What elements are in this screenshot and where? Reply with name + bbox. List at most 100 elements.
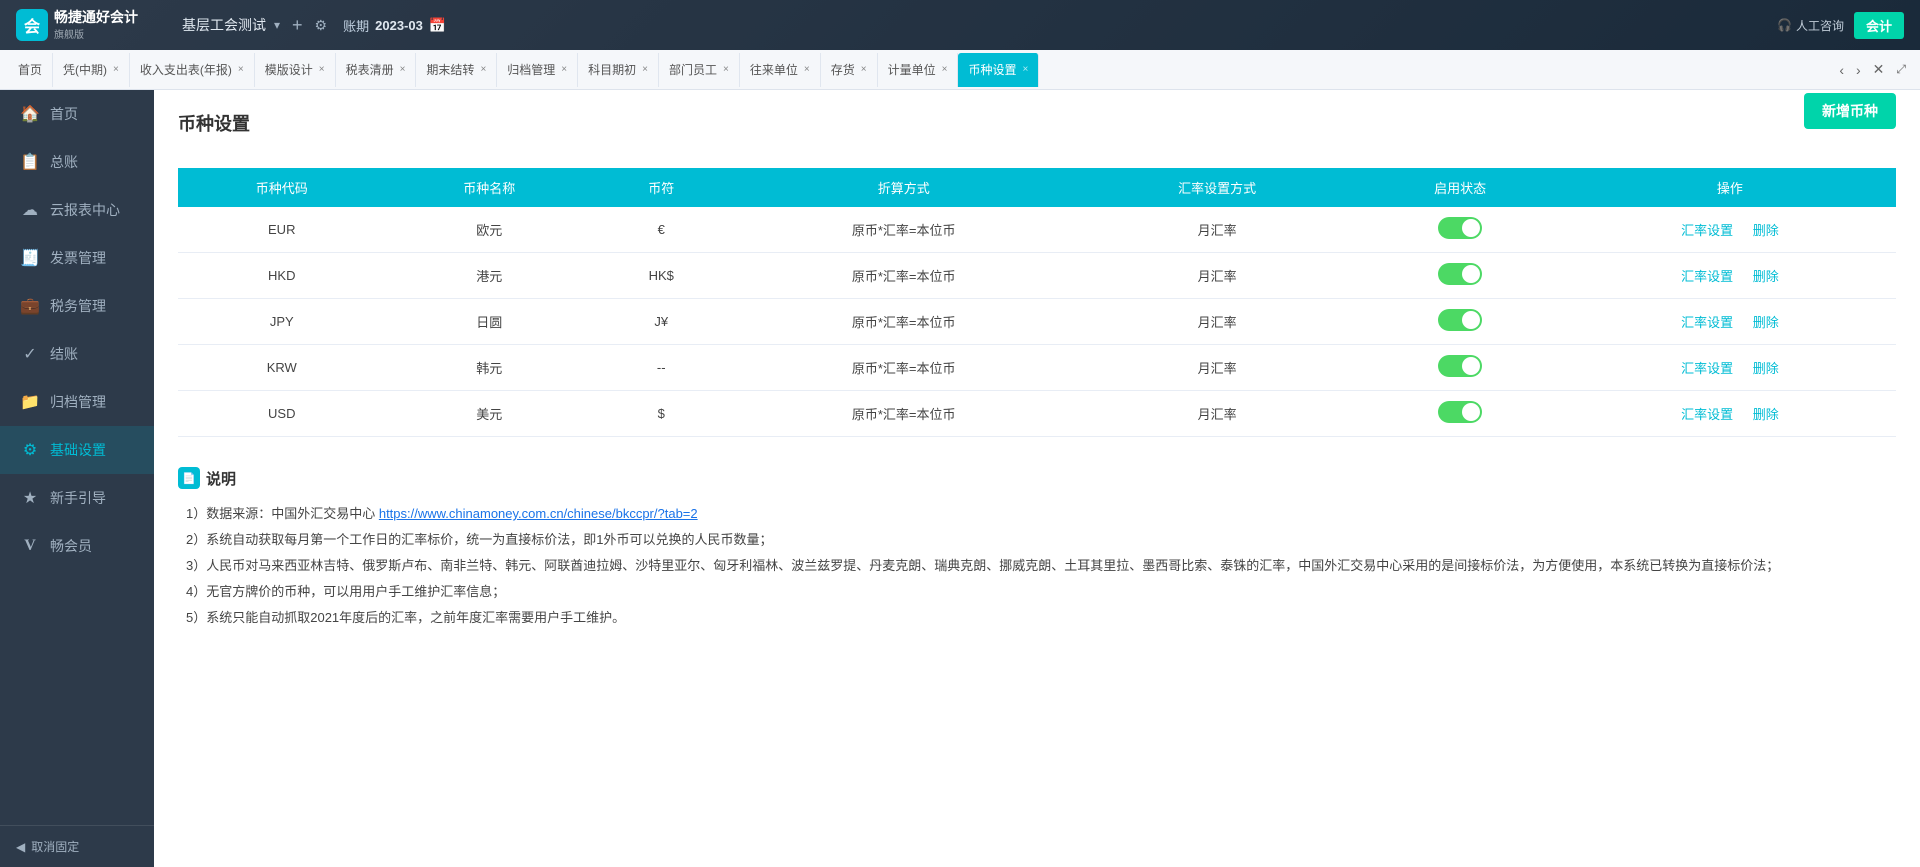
sidebar-label-archive: 归档管理 (50, 392, 106, 412)
tab-partner[interactable]: 往来单位 × (740, 53, 821, 87)
period-value: 2023-03 (375, 18, 423, 33)
notes-section: 📄 说明 1）数据来源：中国外汇交易中心 https://www.chinamo… (178, 467, 1896, 631)
top-header: 会 畅捷通好会计 旗舰版 基层工会测试 ▾ + ⚙ 账期 2023-03 📅 🎧… (0, 0, 1920, 50)
tab-template-label: 模版设计 (265, 61, 313, 78)
company-name: 基层工会测试 (182, 15, 266, 35)
sidebar-item-invoice[interactable]: 🧾 发票管理 (0, 234, 154, 282)
tab-voucher-close[interactable]: × (113, 64, 119, 75)
sidebar-pin-toggle[interactable]: ◀ 取消固定 (0, 825, 154, 867)
tab-subject-close[interactable]: × (642, 64, 648, 75)
sidebar-item-guide[interactable]: ★ 新手引导 (0, 474, 154, 522)
sidebar-item-member[interactable]: V 畅会员 (0, 522, 154, 570)
rate-setting-link[interactable]: 汇率设置 (1681, 269, 1733, 284)
pin-label: 取消固定 (31, 838, 79, 855)
cell-name: 韩元 (385, 345, 592, 391)
delete-link[interactable]: 删除 (1753, 407, 1779, 422)
cell-rate-type: 月汇率 (1078, 345, 1356, 391)
settings-icon[interactable]: ⚙ (315, 17, 328, 34)
cell-symbol: J¥ (593, 299, 730, 345)
delete-link[interactable]: 删除 (1753, 315, 1779, 330)
cell-action: 汇率设置 删除 (1564, 253, 1896, 299)
tab-currency-close[interactable]: × (1022, 64, 1028, 75)
tab-income[interactable]: 收入支出表(年报) × (130, 53, 255, 87)
cell-rate-type: 月汇率 (1078, 391, 1356, 437)
enable-toggle[interactable] (1438, 401, 1482, 423)
tab-income-close[interactable]: × (238, 64, 244, 75)
tab-template[interactable]: 模版设计 × (255, 53, 336, 87)
add-tab-icon[interactable]: + (292, 15, 303, 36)
tab-prev-icon[interactable]: ‹ (1833, 62, 1850, 78)
th-code: 币种代码 (178, 168, 385, 207)
service-button[interactable]: 🎧 人工咨询 (1777, 17, 1844, 34)
tab-unit-close[interactable]: × (942, 64, 948, 75)
delete-link[interactable]: 删除 (1753, 223, 1779, 238)
tab-close-all-icon[interactable]: ✕ (1867, 61, 1891, 78)
tab-template-close[interactable]: × (319, 64, 325, 75)
note-item: 2）系统自动获取每月第一个工作日的汇率标价，统一为直接标价法，即1外币可以兑换的… (178, 527, 1896, 553)
cell-name: 日圆 (385, 299, 592, 345)
cell-name: 美元 (385, 391, 592, 437)
tab-subject-label: 科目期初 (588, 61, 636, 78)
main-layout: 🏠 首页 📋 总账 ☁ 云报表中心 🧾 发票管理 💼 税务管理 ✓ 结账 📁 归… (0, 90, 1920, 867)
calendar-icon[interactable]: 📅 (429, 17, 446, 34)
tab-tax[interactable]: 税表清册 × (336, 53, 417, 87)
tab-archive-close[interactable]: × (561, 64, 567, 75)
invoice-icon: 🧾 (20, 248, 40, 268)
tab-archive[interactable]: 归档管理 × (497, 53, 578, 87)
th-name: 币种名称 (385, 168, 592, 207)
tab-inventory-close[interactable]: × (861, 64, 867, 75)
delete-link[interactable]: 删除 (1753, 269, 1779, 284)
enable-toggle[interactable] (1438, 217, 1482, 239)
sidebar-item-checkout[interactable]: ✓ 结账 (0, 330, 154, 378)
sidebar-item-reports[interactable]: ☁ 云报表中心 (0, 186, 154, 234)
tab-partner-close[interactable]: × (804, 64, 810, 75)
sidebar-item-tax[interactable]: 💼 税务管理 (0, 282, 154, 330)
delete-link[interactable]: 删除 (1753, 361, 1779, 376)
tab-currency[interactable]: 币种设置 × (958, 53, 1039, 87)
cell-status (1356, 299, 1563, 345)
tab-expand-icon[interactable]: ⤢ (1890, 62, 1912, 77)
sidebar-item-ledger[interactable]: 📋 总账 (0, 138, 154, 186)
notes-link[interactable]: https://www.chinamoney.com.cn/chinese/bk… (379, 506, 698, 521)
header-right: 🎧 人工咨询 会计 (1777, 12, 1904, 39)
toggle-wrap[interactable] (1438, 355, 1482, 377)
tab-inventory[interactable]: 存货 × (821, 53, 878, 87)
tab-next-icon[interactable]: › (1850, 62, 1867, 78)
sidebar-item-archive[interactable]: 📁 归档管理 (0, 378, 154, 426)
tab-dept-close[interactable]: × (723, 64, 729, 75)
toggle-wrap[interactable] (1438, 217, 1482, 239)
rate-setting-link[interactable]: 汇率设置 (1681, 315, 1733, 330)
new-currency-button[interactable]: 新增币种 (1804, 93, 1896, 129)
enable-toggle[interactable] (1438, 355, 1482, 377)
cell-calc: 原币*汇率=本位币 (729, 207, 1077, 253)
logo-area: 会 畅捷通好会计 旗舰版 (16, 9, 170, 41)
cell-code: USD (178, 391, 385, 437)
reports-icon: ☁ (20, 200, 40, 220)
toggle-wrap[interactable] (1438, 309, 1482, 331)
company-dropdown-icon[interactable]: ▾ (274, 18, 280, 32)
enable-toggle[interactable] (1438, 309, 1482, 331)
tab-period-end[interactable]: 期末结转 × (416, 53, 497, 87)
sidebar-item-home[interactable]: 🏠 首页 (0, 90, 154, 138)
sidebar-item-settings[interactable]: ⚙ 基础设置 (0, 426, 154, 474)
tab-voucher[interactable]: 凭(中期) × (53, 53, 130, 87)
table-row: JPY 日圆 J¥ 原币*汇率=本位币 月汇率 汇率设置 删除 (178, 299, 1896, 345)
cell-calc: 原币*汇率=本位币 (729, 299, 1077, 345)
tab-home[interactable]: 首页 (8, 53, 53, 87)
enable-toggle[interactable] (1438, 263, 1482, 285)
rate-setting-link[interactable]: 汇率设置 (1681, 223, 1733, 238)
service-label: 人工咨询 (1796, 17, 1844, 34)
logo-icon: 会 (16, 9, 48, 41)
tab-dept[interactable]: 部门员工 × (659, 53, 740, 87)
account-button[interactable]: 会计 (1854, 12, 1904, 39)
cell-status (1356, 391, 1563, 437)
toggle-wrap[interactable] (1438, 263, 1482, 285)
tab-period-end-close[interactable]: × (480, 64, 486, 75)
tab-unit[interactable]: 计量单位 × (878, 53, 959, 87)
tab-tax-close[interactable]: × (400, 64, 406, 75)
cell-name: 欧元 (385, 207, 592, 253)
rate-setting-link[interactable]: 汇率设置 (1681, 361, 1733, 376)
toggle-wrap[interactable] (1438, 401, 1482, 423)
tab-subject[interactable]: 科目期初 × (578, 53, 659, 87)
rate-setting-link[interactable]: 汇率设置 (1681, 407, 1733, 422)
